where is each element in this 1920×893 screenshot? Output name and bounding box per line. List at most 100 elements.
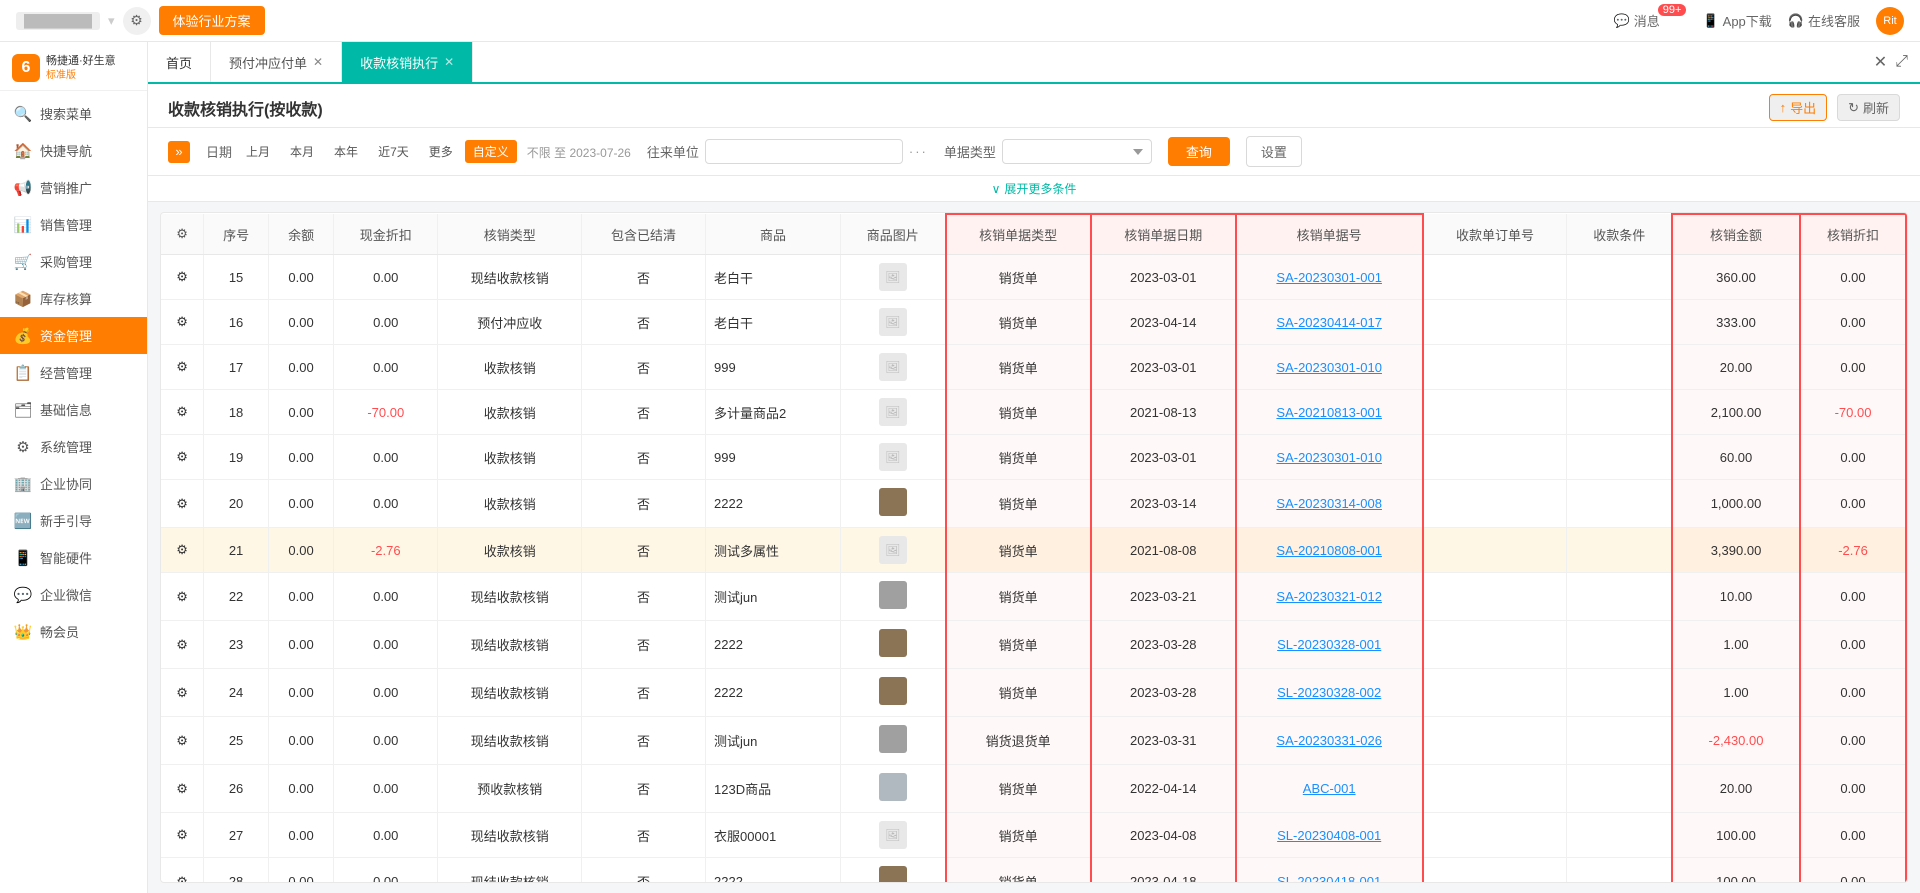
cell-settings[interactable]: ⚙ [161, 621, 204, 669]
cell-product_img: 🖼 [840, 528, 945, 573]
refresh-button[interactable]: ↻ 刷新 [1837, 94, 1900, 121]
tab-receivable[interactable]: 收款核销执行✕ [342, 42, 473, 82]
bill-type-filter: 单据类型 [944, 139, 1152, 164]
cell-settings[interactable]: ⚙ [161, 435, 204, 480]
user-avatar[interactable]: Rit [1876, 7, 1904, 35]
dropdown-arrow-icon[interactable]: ▾ [108, 13, 115, 29]
tab-home[interactable]: 首页 [148, 42, 211, 82]
sidebar-item-hardware[interactable]: 📱智能硬件 [0, 539, 147, 576]
cell-bill_no[interactable]: SL-20230328-001 [1236, 621, 1423, 669]
expand-window-icon[interactable]: ⤢ [1895, 53, 1908, 71]
messages-item[interactable]: 💬 消息 99+ [1614, 11, 1687, 30]
cell-settings[interactable]: ⚙ [161, 390, 204, 435]
app-download-item[interactable]: 📱 App下载 [1702, 11, 1771, 30]
cell-write_off_discount: 0.00 [1800, 621, 1906, 669]
cell-bill_no[interactable]: SA-20230301-001 [1236, 255, 1423, 300]
cell-settings[interactable]: ⚙ [161, 858, 204, 884]
cell-bill_no[interactable]: SL-20230418-001 [1236, 858, 1423, 884]
cell-cash_discount: 0.00 [334, 669, 438, 717]
company-name[interactable]: ████████ [16, 12, 100, 30]
filter-collapse-btn[interactable]: » [168, 141, 190, 163]
sidebar-item-member[interactable]: 👑畅会员 [0, 613, 147, 650]
cell-write_off_amount: 333.00 [1672, 300, 1800, 345]
cell-bill_type: 销货单 [946, 528, 1091, 573]
cell-settings[interactable]: ⚙ [161, 255, 204, 300]
sidebar-item-wechat[interactable]: 💬企业微信 [0, 576, 147, 613]
sidebar-item-quick-nav[interactable]: 🏠快捷导航 [0, 132, 147, 169]
cell-bill_no[interactable]: SL-20230328-002 [1236, 669, 1423, 717]
table-body: ⚙150.000.00现结收款核销否老白干🖼销货单2023-03-01SA-20… [161, 255, 1906, 884]
expand-more-link[interactable]: ∨ 展开更多条件 [992, 180, 1077, 197]
cell-receipt_order_no [1423, 345, 1567, 390]
cell-bill_no[interactable]: SA-20230301-010 [1236, 345, 1423, 390]
cell-bill_no[interactable]: SA-20230314-008 [1236, 480, 1423, 528]
date-btn-last-month[interactable]: 上月 [238, 140, 278, 163]
data-table: ⚙序号余额现金折扣核销类型包含已结清商品商品图片核销单据类型核销单据日期核销单据… [161, 213, 1907, 883]
cell-settings[interactable]: ⚙ [161, 813, 204, 858]
tab-close-receivable[interactable]: ✕ [444, 55, 454, 69]
cell-settings[interactable]: ⚙ [161, 480, 204, 528]
sidebar-item-corp[interactable]: 🏢企业协同 [0, 465, 147, 502]
cell-no: 18 [204, 390, 269, 435]
cell-bill_no[interactable]: SA-20230414-017 [1236, 300, 1423, 345]
online-service-item[interactable]: 🎧 在线客服 [1788, 11, 1860, 30]
cell-cash_discount: 0.00 [334, 435, 438, 480]
cell-write_off_type: 收款核销 [438, 345, 582, 390]
close-tab-icon[interactable]: ✕ [1874, 52, 1887, 72]
cell-product_img [840, 621, 945, 669]
col-header-receipt_condition: 收款条件 [1567, 214, 1672, 255]
cell-settings[interactable]: ⚙ [161, 717, 204, 765]
cell-bill_no[interactable]: SA-20210808-001 [1236, 528, 1423, 573]
sidebar-item-inventory[interactable]: 📦库存核算 [0, 280, 147, 317]
sidebar-item-guide[interactable]: 🆕新手引导 [0, 502, 147, 539]
industry-btn[interactable]: 体验行业方案 [159, 6, 265, 35]
col-header-product_img: 商品图片 [840, 214, 945, 255]
cell-bill_no[interactable]: SL-20230408-001 [1236, 813, 1423, 858]
cell-included_settled: 否 [582, 813, 706, 858]
cell-settings[interactable]: ⚙ [161, 669, 204, 717]
cell-settings[interactable]: ⚙ [161, 528, 204, 573]
settings-button[interactable]: 设置 [1246, 136, 1302, 167]
cell-settings[interactable]: ⚙ [161, 765, 204, 813]
sidebar-icon-hardware: 📱 [14, 549, 32, 567]
cell-bill_no[interactable]: SA-20230331-026 [1236, 717, 1423, 765]
cell-bill_date: 2023-04-18 [1091, 858, 1236, 884]
cell-receipt_order_no [1423, 480, 1567, 528]
cell-bill_no[interactable]: SA-20230321-012 [1236, 573, 1423, 621]
date-btn-more[interactable]: 更多 [421, 140, 461, 163]
app-download-label: App下载 [1723, 11, 1772, 30]
cell-bill_no[interactable]: ABC-001 [1236, 765, 1423, 813]
sidebar-item-search[interactable]: 🔍搜索菜单 [0, 95, 147, 132]
sidebar-item-marketing[interactable]: 📢营销推广 [0, 169, 147, 206]
cell-bill_date: 2023-03-01 [1091, 255, 1236, 300]
sidebar-item-purchase[interactable]: 🛒采购管理 [0, 243, 147, 280]
cell-bill_date: 2023-03-01 [1091, 345, 1236, 390]
date-btn-7days[interactable]: 近7天 [370, 140, 417, 163]
logo-text: 畅捷通·好生意 标准版 [46, 54, 116, 81]
from-unit-input[interactable] [705, 139, 903, 164]
cell-write_off_discount: 0.00 [1800, 435, 1906, 480]
cell-included_settled: 否 [582, 621, 706, 669]
cell-balance: 0.00 [269, 621, 334, 669]
cell-bill_no[interactable]: SA-20230301-010 [1236, 435, 1423, 480]
date-btn-this-year[interactable]: 本年 [326, 140, 366, 163]
cell-receipt_order_no [1423, 435, 1567, 480]
tab-prepay[interactable]: 预付冲应付单✕ [211, 42, 342, 82]
cell-product_img [840, 573, 945, 621]
query-button[interactable]: 查询 [1168, 137, 1230, 166]
sidebar-item-system[interactable]: ⚙系统管理 [0, 428, 147, 465]
gear-button[interactable]: ⚙ [123, 7, 151, 35]
date-btn-custom[interactable]: 自定义 [465, 140, 517, 163]
sidebar-item-operations[interactable]: 📋经营管理 [0, 354, 147, 391]
date-btn-this-month[interactable]: 本月 [282, 140, 322, 163]
export-button[interactable]: ↑ 导出 [1769, 94, 1828, 121]
sidebar-item-sales[interactable]: 📊销售管理 [0, 206, 147, 243]
cell-settings[interactable]: ⚙ [161, 345, 204, 390]
sidebar-item-funds[interactable]: 💰资金管理 [0, 317, 147, 354]
cell-settings[interactable]: ⚙ [161, 300, 204, 345]
sidebar-item-basic[interactable]: 🗂基础信息 [0, 391, 147, 428]
cell-settings[interactable]: ⚙ [161, 573, 204, 621]
cell-bill_no[interactable]: SA-20210813-001 [1236, 390, 1423, 435]
bill-type-select[interactable] [1002, 139, 1152, 164]
tab-close-prepay[interactable]: ✕ [313, 55, 323, 69]
